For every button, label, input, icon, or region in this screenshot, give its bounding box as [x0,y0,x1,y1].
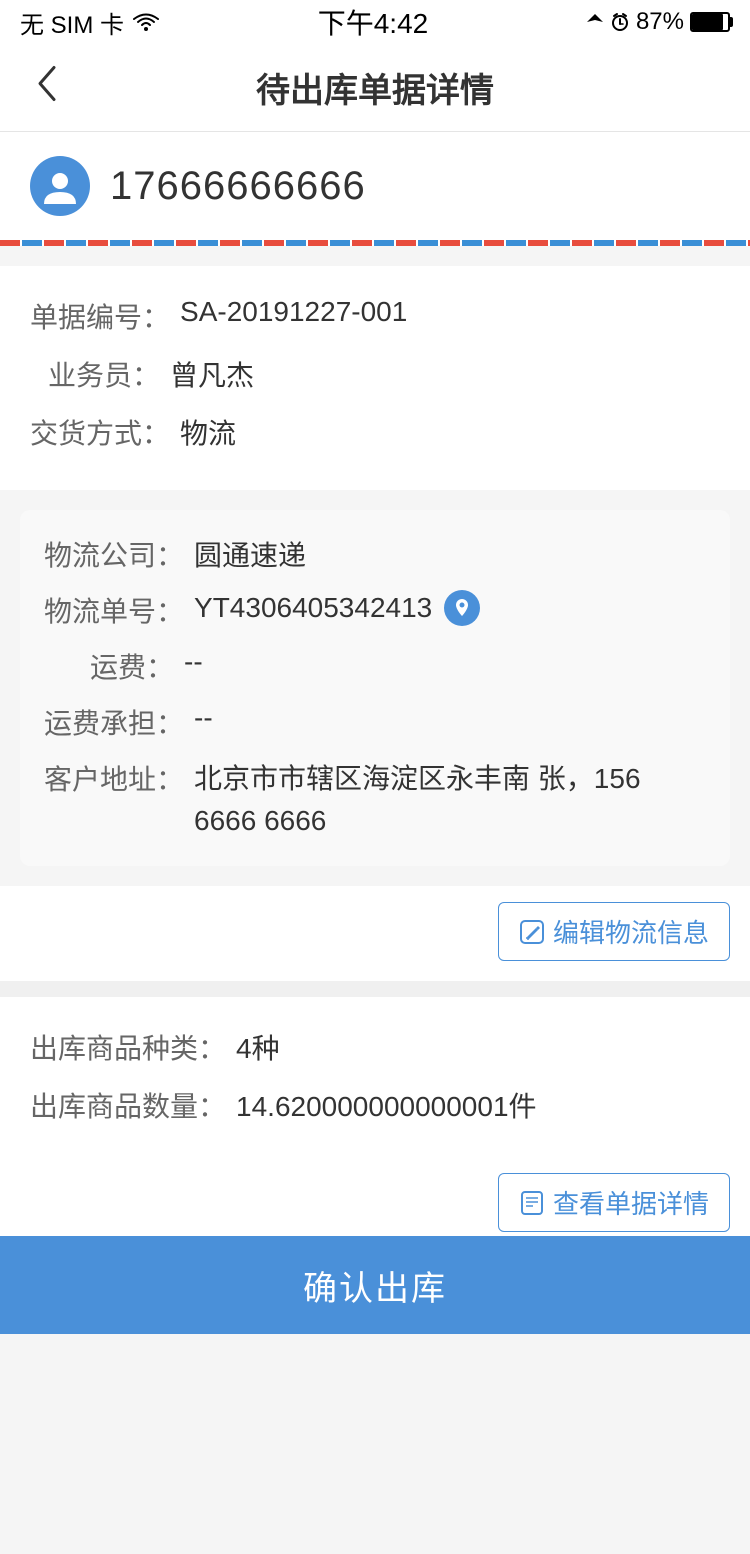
address-row: 客户地址： 北京市市辖区海淀区永丰南 张，156 6666 6666 [44,758,706,842]
confirm-outbound-button[interactable]: 确认出库 [0,1236,750,1334]
logistics-company-row: 物流公司： 圆通速递 [44,534,706,574]
goods-quantity-row: 出库商品数量： 14.620000000000001件 [30,1085,720,1125]
view-detail-label: 查看单据详情 [553,1184,709,1221]
delivery-method-row: 交货方式： 物流 [30,412,720,452]
goods-quantity-label: 出库商品数量： [30,1085,236,1125]
delivery-method-value: 物流 [180,412,720,452]
goods-types-value: 4种 [236,1027,280,1067]
freight-bearer-row: 运费承担： -- [44,702,706,742]
dashed-divider [0,240,750,246]
status-bar: 无 SIM 卡 下午4:42 87% [0,0,750,44]
alarm-icon [610,12,630,32]
location-arrow-icon [586,13,604,31]
back-button[interactable] [24,53,68,122]
logistics-tracking-row: 物流单号： YT4306405342413 [44,590,706,630]
tracking-row: YT4306405342413 [194,590,480,626]
goods-quantity-value: 14.620000000000001件 [236,1085,537,1125]
address-value: 北京市市辖区海淀区永丰南 张，156 6666 6666 [194,758,706,842]
sales-person-row: 业务员： 曾凡杰 [30,354,720,394]
order-number-row: 单据编号： SA-20191227-001 [30,296,720,336]
edit-logistics-label: 编辑物流信息 [553,913,709,950]
delivery-method-label: 交货方式： [30,412,180,452]
battery-icon [690,12,730,32]
sales-person-value: 曾凡杰 [170,354,720,394]
logistics-tracking-value: YT4306405342413 [194,592,432,624]
battery-percent: 87% [636,8,684,36]
freight-bearer-value: -- [194,702,706,734]
customer-phone: 17666666666 [110,164,366,209]
document-icon [519,1190,545,1216]
edit-button-row: 编辑物流信息 [0,886,750,981]
customer-avatar [30,156,90,216]
edit-logistics-button[interactable]: 编辑物流信息 [498,902,730,961]
page-title: 待出库单据详情 [256,63,494,112]
order-number-label: 单据编号： [30,296,180,336]
section-divider-1 [0,981,750,997]
logistics-company-label: 物流公司： [44,534,194,574]
order-info-section: 单据编号： SA-20191227-001 业务员： 曾凡杰 交货方式： 物流 [0,266,750,490]
address-label: 客户地址： [44,758,194,798]
edit-icon [519,919,545,945]
avatar-icon [42,168,78,204]
logistics-tracking-label: 物流单号： [44,590,194,630]
status-carrier: 无 SIM 卡 [20,5,160,40]
view-detail-button[interactable]: 查看单据详情 [498,1173,730,1232]
logistics-card: 物流公司： 圆通速递 物流单号： YT4306405342413 运费： -- … [20,510,730,866]
nav-bar: 待出库单据详情 [0,44,750,132]
freight-row: 运费： -- [44,646,706,686]
map-pin-icon [451,597,473,619]
goods-types-label: 出库商品种类： [30,1027,236,1067]
wifi-icon [132,12,160,32]
goods-types-row: 出库商品种类： 4种 [30,1027,720,1067]
sales-person-label: 业务员： [30,354,170,394]
status-right: 87% [586,8,730,36]
freight-label: 运费： [44,646,184,686]
status-time: 下午4:42 [318,2,429,42]
freight-bearer-label: 运费承担： [44,702,194,742]
order-number-value: SA-20191227-001 [180,296,720,328]
confirm-button-container: 确认出库 [0,1236,750,1334]
carrier-text: 无 SIM 卡 [20,5,124,40]
logistics-company-value: 圆通速递 [194,534,706,574]
customer-row: 17666666666 [0,132,750,240]
goods-section: 出库商品种类： 4种 出库商品数量： 14.620000000000001件 [0,997,750,1163]
track-location-button[interactable] [444,590,480,626]
freight-value: -- [184,646,706,678]
